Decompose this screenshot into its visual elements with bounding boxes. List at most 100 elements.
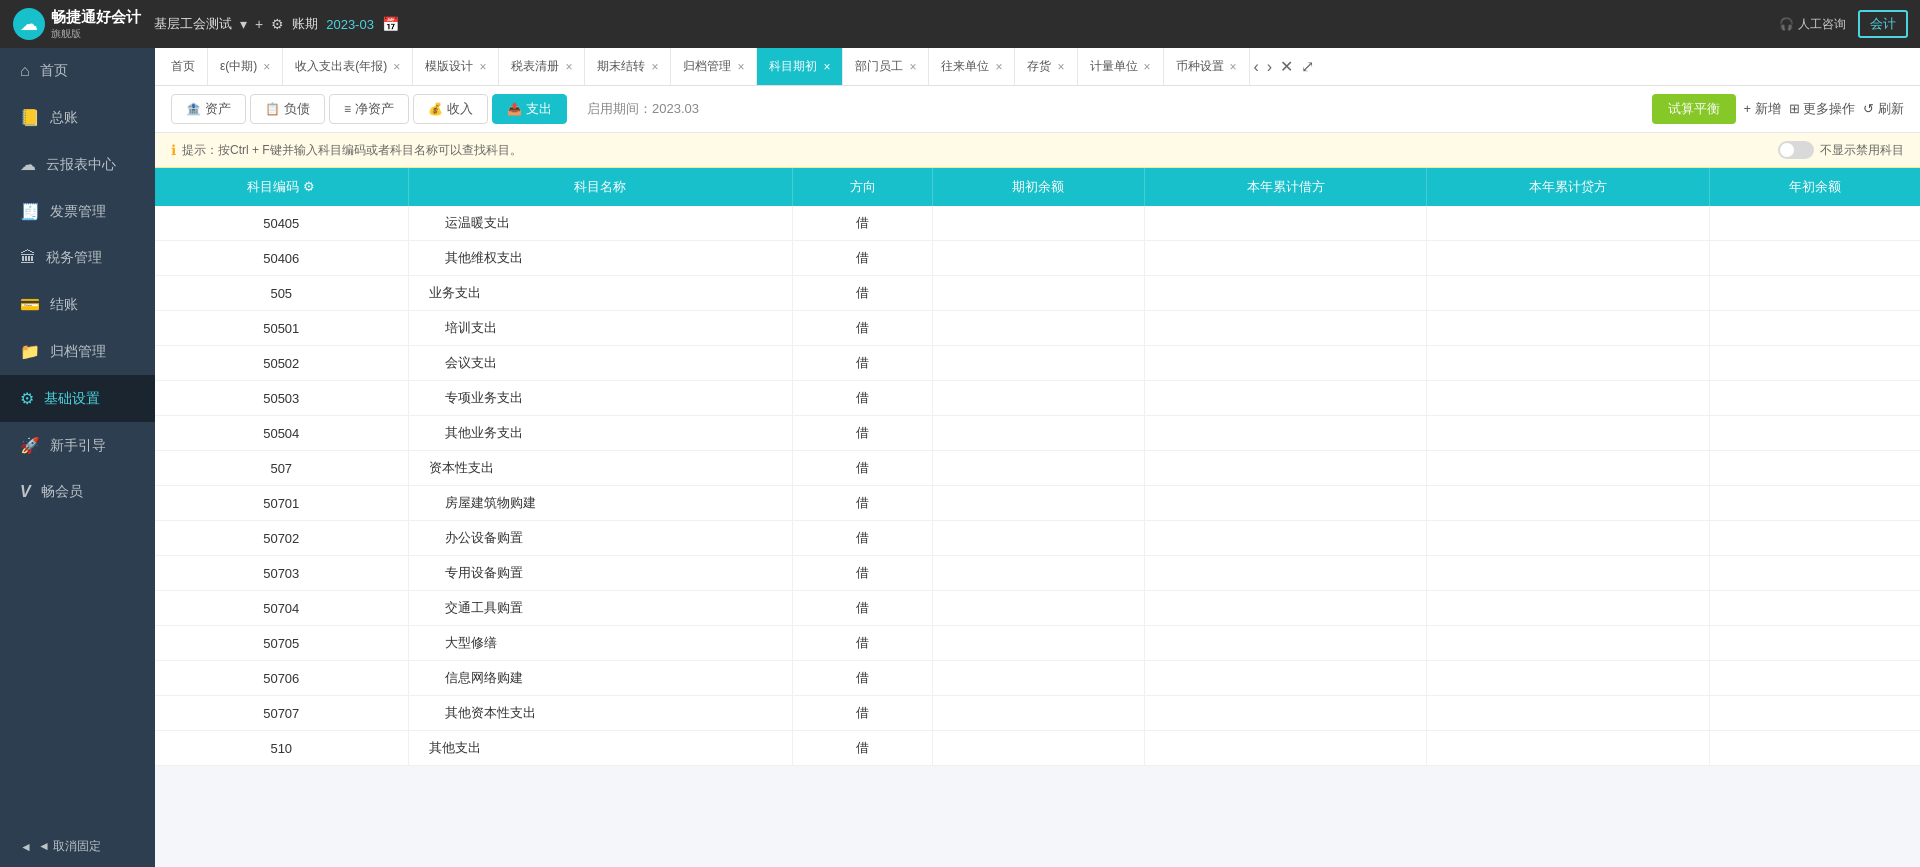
sidebar-item-reports[interactable]: ☁ 云报表中心 xyxy=(0,141,155,188)
col-balance: 期初余额 xyxy=(933,168,1144,206)
sub-tab-net-asset[interactable]: ≡ 净资产 xyxy=(329,94,409,124)
table-row[interactable]: 50406 其他维权支出 借 xyxy=(155,241,1920,276)
tab-unit-close[interactable]: × xyxy=(1144,60,1151,74)
settings-btn[interactable]: ⚙ xyxy=(271,16,284,32)
table-row[interactable]: 50504 其他业务支出 借 xyxy=(155,416,1920,451)
table-row[interactable]: 50503 专项业务支出 借 xyxy=(155,381,1920,416)
toggle-disabled[interactable] xyxy=(1778,141,1814,159)
sidebar-item-home[interactable]: ⌂ 首页 xyxy=(0,48,155,94)
tab-income-annual-close[interactable]: × xyxy=(393,60,400,74)
sidebar-item-guide[interactable]: 🚀 新手引导 xyxy=(0,422,155,469)
tab-expand-btn[interactable]: ⤢ xyxy=(1297,57,1318,76)
cell-credit xyxy=(1427,661,1710,696)
tab-tax-close[interactable]: × xyxy=(565,60,572,74)
sidebar-item-tax[interactable]: 🏛 税务管理 xyxy=(0,235,155,281)
cell-debit xyxy=(1144,731,1427,766)
tab-subject-init[interactable]: 科目期初 × xyxy=(757,48,843,85)
table-row[interactable]: 50705 大型修缮 借 xyxy=(155,626,1920,661)
tab-template-label: 模版设计 xyxy=(425,58,473,75)
cell-balance xyxy=(933,591,1144,626)
cell-debit xyxy=(1144,206,1427,241)
table-row[interactable]: 510 其他支出 借 xyxy=(155,731,1920,766)
tab-archive-close[interactable]: × xyxy=(737,60,744,74)
sub-tab-income[interactable]: 💰 收入 xyxy=(413,94,488,124)
kuaiji-btn[interactable]: 会计 xyxy=(1858,10,1908,38)
tab-home[interactable]: 首页 xyxy=(159,48,208,85)
table-row[interactable]: 505 业务支出 借 xyxy=(155,276,1920,311)
tab-archive[interactable]: 归档管理 × xyxy=(671,48,757,85)
support-btn[interactable]: 🎧 人工咨询 xyxy=(1779,16,1846,33)
table-row[interactable]: 50704 交通工具购置 借 xyxy=(155,591,1920,626)
liability-icon: 📋 xyxy=(265,102,280,116)
table-row[interactable]: 50707 其他资本性支出 借 xyxy=(155,696,1920,731)
table-row[interactable]: 50703 专用设备购置 借 xyxy=(155,556,1920,591)
cell-year-balance xyxy=(1710,451,1920,486)
sidebar-item-archive[interactable]: 📁 归档管理 xyxy=(0,328,155,375)
tab-period-end[interactable]: 期末结转 × xyxy=(585,48,671,85)
tab-interim[interactable]: ε(中期) × xyxy=(208,48,283,85)
sub-tab-asset[interactable]: 🏦 资产 xyxy=(171,94,246,124)
tab-currency-close[interactable]: × xyxy=(1230,60,1237,74)
sidebar-collapse-btn[interactable]: ◄ ◄ 取消固定 xyxy=(0,826,155,867)
add-btn[interactable]: + 新增 xyxy=(1744,100,1781,118)
tab-dept-employee[interactable]: 部门员工 × xyxy=(843,48,929,85)
sidebar-label-basic: 基础设置 xyxy=(44,390,100,408)
page-content: 🏦 资产 📋 负债 ≡ 净资产 💰 收入 📤 支出 xyxy=(155,86,1920,867)
header-middle: 基层工会测试 ▾ + ⚙ 账期 2023-03 📅 xyxy=(154,15,1767,33)
table-row[interactable]: 50502 会议支出 借 xyxy=(155,346,1920,381)
tab-partner-close[interactable]: × xyxy=(995,60,1002,74)
col-credit: 本年累计贷方 xyxy=(1427,168,1710,206)
tab-close-all-btn[interactable]: ✕ xyxy=(1276,57,1297,76)
calendar-btn[interactable]: 📅 xyxy=(382,16,399,32)
table-row[interactable]: 50405 运温暖支出 借 xyxy=(155,206,1920,241)
sidebar-item-settlement[interactable]: 💳 结账 xyxy=(0,281,155,328)
tab-template[interactable]: 模版设计 × xyxy=(413,48,499,85)
tab-period-end-close[interactable]: × xyxy=(651,60,658,74)
cell-code: 50503 xyxy=(155,381,408,416)
tab-inventory[interactable]: 存货 × xyxy=(1015,48,1077,85)
sidebar-item-invoice[interactable]: 🧾 发票管理 xyxy=(0,188,155,235)
cell-code: 50707 xyxy=(155,696,408,731)
cell-direction: 借 xyxy=(793,451,933,486)
tab-currency[interactable]: 币种设置 × xyxy=(1164,48,1250,85)
tab-partner[interactable]: 往来单位 × xyxy=(929,48,1015,85)
add-company-btn[interactable]: + xyxy=(255,16,263,32)
tab-unit[interactable]: 计量单位 × xyxy=(1078,48,1164,85)
tab-dept-employee-close[interactable]: × xyxy=(909,60,916,74)
table-row[interactable]: 50702 办公设备购置 借 xyxy=(155,521,1920,556)
cell-code: 507 xyxy=(155,451,408,486)
tab-next-btn[interactable]: › xyxy=(1263,58,1276,76)
tab-template-close[interactable]: × xyxy=(479,60,486,74)
table-row[interactable]: 507 资本性支出 借 xyxy=(155,451,1920,486)
toggle-label: 不显示禁用科目 xyxy=(1820,142,1904,159)
tab-inventory-label: 存货 xyxy=(1027,58,1051,75)
tab-subject-init-close[interactable]: × xyxy=(823,60,830,74)
table-container[interactable]: 科目编码 ⚙ 科目名称 方向 期初余额 本年累计借方 本年累计贷方 年初余额 5… xyxy=(155,168,1920,867)
table-row[interactable]: 50706 信息网络购建 借 xyxy=(155,661,1920,696)
cell-year-balance xyxy=(1710,381,1920,416)
balance-btn[interactable]: 试算平衡 xyxy=(1652,94,1736,124)
sidebar-item-member[interactable]: V 畅会员 xyxy=(0,469,155,515)
tab-interim-close[interactable]: × xyxy=(263,60,270,74)
table-row[interactable]: 50701 房屋建筑物购建 借 xyxy=(155,486,1920,521)
cell-balance xyxy=(933,661,1144,696)
sidebar-item-ledger[interactable]: 📒 总账 xyxy=(0,94,155,141)
tab-income-annual[interactable]: 收入支出表(年报) × xyxy=(283,48,413,85)
toolbar-right: 试算平衡 + 新增 ⊞ 更多操作 ↺ 刷新 xyxy=(1652,94,1904,124)
sub-tab-liability[interactable]: 📋 负债 xyxy=(250,94,325,124)
tab-tax[interactable]: 税表清册 × xyxy=(499,48,585,85)
table-row[interactable]: 50501 培训支出 借 xyxy=(155,311,1920,346)
tab-dept-employee-label: 部门员工 xyxy=(855,58,903,75)
cell-balance xyxy=(933,696,1144,731)
cell-debit xyxy=(1144,311,1427,346)
tab-inventory-close[interactable]: × xyxy=(1057,60,1064,74)
cell-credit xyxy=(1427,276,1710,311)
tab-prev-btn[interactable]: ‹ xyxy=(1250,58,1263,76)
cell-year-balance xyxy=(1710,696,1920,731)
sidebar-item-basic[interactable]: ⚙ 基础设置 xyxy=(0,375,155,422)
sub-tab-expenditure[interactable]: 📤 支出 xyxy=(492,94,567,124)
more-btn[interactable]: ⊞ 更多操作 xyxy=(1789,100,1856,118)
refresh-btn[interactable]: ↺ 刷新 xyxy=(1863,100,1904,118)
cell-balance xyxy=(933,311,1144,346)
company-dropdown-btn[interactable]: ▾ xyxy=(240,16,247,32)
